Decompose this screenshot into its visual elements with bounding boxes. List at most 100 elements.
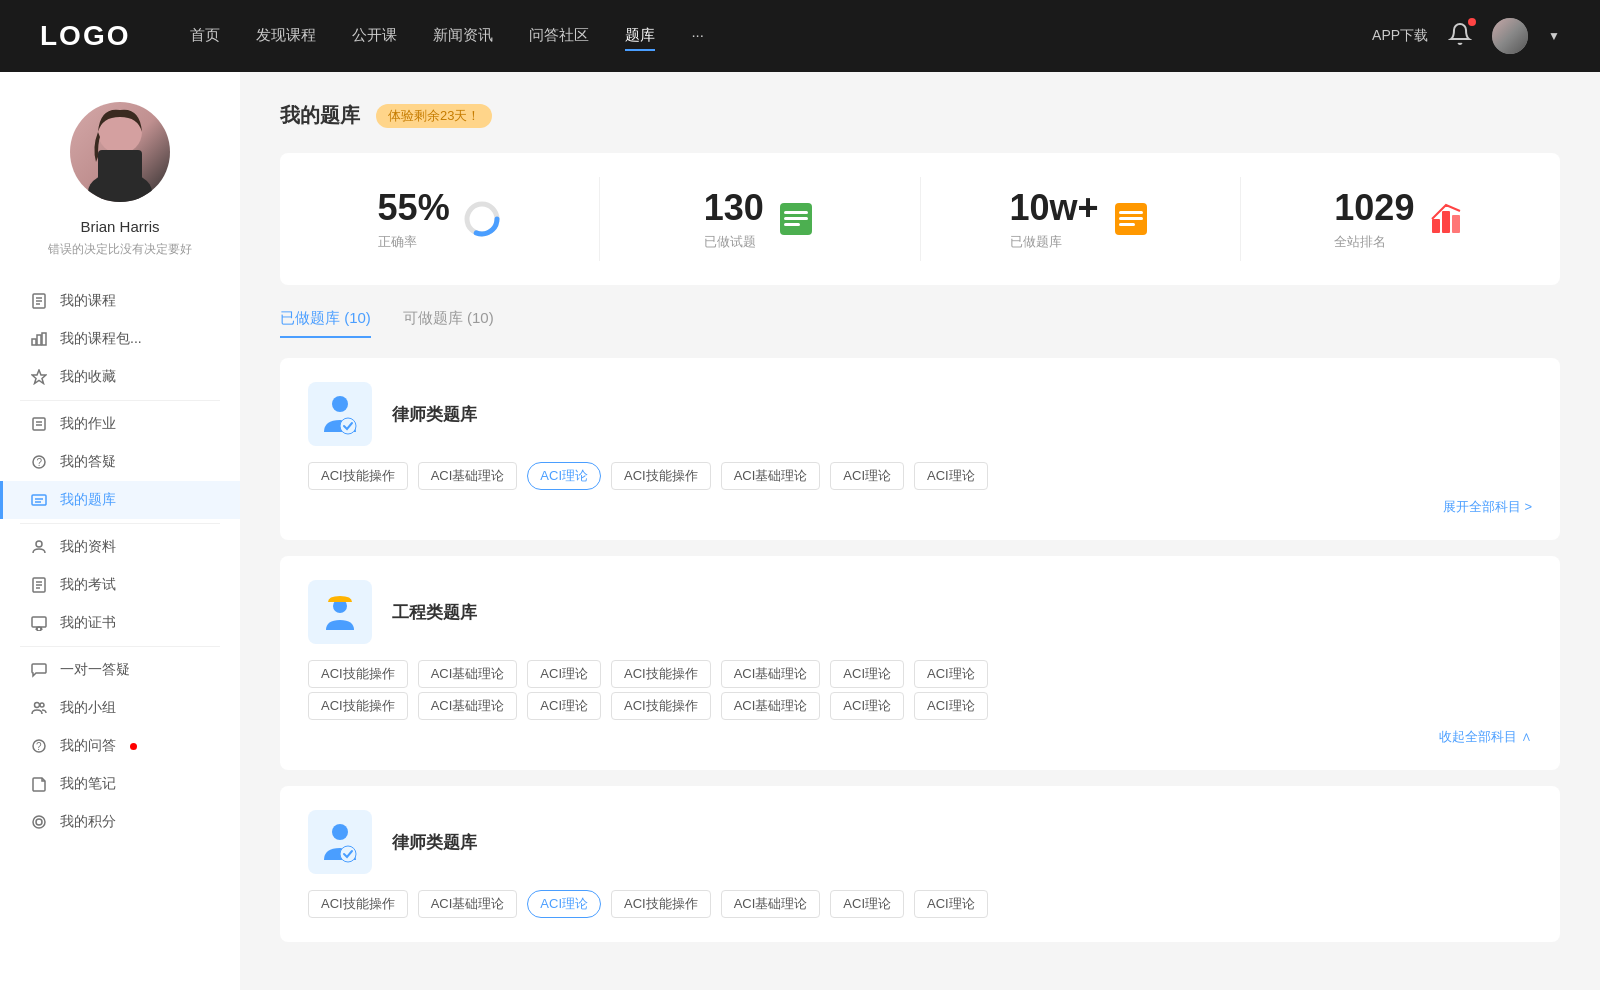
expand-link-lawyer-1[interactable]: 展开全部科目 > — [308, 498, 1532, 516]
svg-rect-37 — [784, 211, 808, 214]
svg-rect-24 — [32, 617, 46, 627]
collapse-link-engineer[interactable]: 收起全部科目 ∧ — [308, 728, 1532, 746]
sidebar-item-homework[interactable]: 我的作业 — [0, 405, 240, 443]
l2-tag-5[interactable]: ACI理论 — [830, 890, 904, 918]
eng2-tag-4[interactable]: ACI基础理论 — [721, 692, 821, 720]
tag-0[interactable]: ACI技能操作 — [308, 462, 408, 490]
stat-accuracy: 55% 正确率 — [280, 177, 600, 261]
l2-tag-2[interactable]: ACI理论 — [527, 890, 601, 918]
bank-name-lawyer-1: 律师类题库 — [392, 403, 477, 426]
sidebar-item-my-courses[interactable]: 我的课程 — [0, 282, 240, 320]
sidebar-item-one-on-one[interactable]: 一对一答疑 — [0, 651, 240, 689]
svg-rect-45 — [1442, 211, 1450, 233]
stat-ranking-value: 1029 — [1334, 187, 1414, 229]
nav-more[interactable]: ··· — [691, 22, 704, 51]
eng-tag-3[interactable]: ACI技能操作 — [611, 660, 711, 688]
svg-rect-44 — [1432, 219, 1440, 233]
eng-tag-4[interactable]: ACI基础理论 — [721, 660, 821, 688]
eng2-tag-2[interactable]: ACI理论 — [527, 692, 601, 720]
trial-badge: 体验剩余23天！ — [376, 104, 492, 128]
nav-home[interactable]: 首页 — [190, 22, 220, 51]
notes-icon — [30, 775, 48, 793]
eng-tag-1[interactable]: ACI基础理论 — [418, 660, 518, 688]
eng-tag-6[interactable]: ACI理论 — [914, 660, 988, 688]
tab-available-banks[interactable]: 可做题库 (10) — [403, 309, 494, 338]
svg-line-26 — [36, 627, 37, 630]
sidebar-item-groups[interactable]: 我的小组 — [0, 689, 240, 727]
eng-tag-5[interactable]: ACI理论 — [830, 660, 904, 688]
sidebar-label-groups: 我的小组 — [60, 699, 116, 717]
app-download-button[interactable]: APP下载 — [1372, 27, 1428, 45]
eng2-tag-5[interactable]: ACI理论 — [830, 692, 904, 720]
qa-red-dot — [130, 743, 137, 750]
tags-row-lawyer-2: ACI技能操作 ACI基础理论 ACI理论 ACI技能操作 ACI基础理论 AC… — [308, 890, 1532, 918]
ranking-icon — [1426, 199, 1466, 239]
stat-done-banks-label: 已做题库 — [1010, 233, 1099, 251]
tag-1[interactable]: ACI基础理论 — [418, 462, 518, 490]
sidebar-label-certificate: 我的证书 — [60, 614, 116, 632]
nav-discover[interactable]: 发现课程 — [256, 22, 316, 51]
sidebar-label-one-on-one: 一对一答疑 — [60, 661, 130, 679]
sidebar-item-profile[interactable]: 我的资料 — [0, 528, 240, 566]
nav-open-course[interactable]: 公开课 — [352, 22, 397, 51]
stat-done-questions-value: 130 — [704, 187, 764, 229]
menu-divider-2 — [20, 523, 220, 524]
svg-point-19 — [36, 541, 42, 547]
tag-4[interactable]: ACI基础理论 — [721, 462, 821, 490]
svg-point-32 — [33, 816, 45, 828]
nav-news[interactable]: 新闻资讯 — [433, 22, 493, 51]
eng2-tag-6[interactable]: ACI理论 — [914, 692, 988, 720]
homework-icon — [30, 415, 48, 433]
svg-rect-41 — [1119, 211, 1143, 214]
svg-point-25 — [37, 627, 41, 631]
sidebar-item-exam[interactable]: 我的考试 — [0, 566, 240, 604]
sidebar-item-qa[interactable]: ? 我的答疑 — [0, 443, 240, 481]
done-banks-icon — [1111, 199, 1151, 239]
eng-tag-2[interactable]: ACI理论 — [527, 660, 601, 688]
svg-rect-42 — [1119, 217, 1143, 220]
sidebar-item-question-bank[interactable]: 我的题库 — [0, 481, 240, 519]
tag-3[interactable]: ACI技能操作 — [611, 462, 711, 490]
notification-button[interactable] — [1448, 22, 1472, 50]
svg-point-33 — [36, 819, 42, 825]
user-name: Brian Harris — [80, 218, 159, 235]
bar-chart-icon — [30, 330, 48, 348]
eng2-tag-0[interactable]: ACI技能操作 — [308, 692, 408, 720]
sidebar-label-homework: 我的作业 — [60, 415, 116, 433]
eng2-tag-1[interactable]: ACI基础理论 — [418, 692, 518, 720]
eng2-tag-3[interactable]: ACI技能操作 — [611, 692, 711, 720]
file-icon — [30, 292, 48, 310]
svg-rect-43 — [1119, 223, 1135, 226]
tag-2[interactable]: ACI理论 — [527, 462, 601, 490]
sidebar-item-favorites[interactable]: 我的收藏 — [0, 358, 240, 396]
user-avatar-header[interactable] — [1492, 18, 1528, 54]
tag-5[interactable]: ACI理论 — [830, 462, 904, 490]
user-dropdown-arrow[interactable]: ▼ — [1548, 29, 1560, 43]
svg-point-29 — [40, 703, 44, 707]
l2-tag-6[interactable]: ACI理论 — [914, 890, 988, 918]
l2-tag-1[interactable]: ACI基础理论 — [418, 890, 518, 918]
sidebar-label-exam: 我的考试 — [60, 576, 116, 594]
nav-qa[interactable]: 问答社区 — [529, 22, 589, 51]
sidebar-item-notes[interactable]: 我的笔记 — [0, 765, 240, 803]
svg-point-28 — [35, 703, 40, 708]
l2-tag-3[interactable]: ACI技能操作 — [611, 890, 711, 918]
svg-rect-46 — [1452, 215, 1460, 233]
tag-6[interactable]: ACI理论 — [914, 462, 988, 490]
stat-ranking-label: 全站排名 — [1334, 233, 1414, 251]
sidebar-label-qa: 我的答疑 — [60, 453, 116, 471]
stat-accuracy-label: 正确率 — [378, 233, 450, 251]
sidebar-item-my-qa[interactable]: ? 我的问答 — [0, 727, 240, 765]
bank-card-lawyer-2: 律师类题库 ACI技能操作 ACI基础理论 ACI理论 ACI技能操作 ACI基… — [280, 786, 1560, 942]
svg-text:?: ? — [37, 457, 43, 468]
logo[interactable]: LOGO — [40, 20, 130, 52]
sidebar-item-points[interactable]: 我的积分 — [0, 803, 240, 841]
tab-bar: 已做题库 (10) 可做题库 (10) — [280, 309, 1560, 338]
tab-done-banks[interactable]: 已做题库 (10) — [280, 309, 371, 338]
nav-question-bank[interactable]: 题库 — [625, 22, 655, 51]
sidebar-item-certificate[interactable]: 我的证书 — [0, 604, 240, 642]
sidebar-item-course-packages[interactable]: 我的课程包... — [0, 320, 240, 358]
l2-tag-4[interactable]: ACI基础理论 — [721, 890, 821, 918]
eng-tag-0[interactable]: ACI技能操作 — [308, 660, 408, 688]
l2-tag-0[interactable]: ACI技能操作 — [308, 890, 408, 918]
